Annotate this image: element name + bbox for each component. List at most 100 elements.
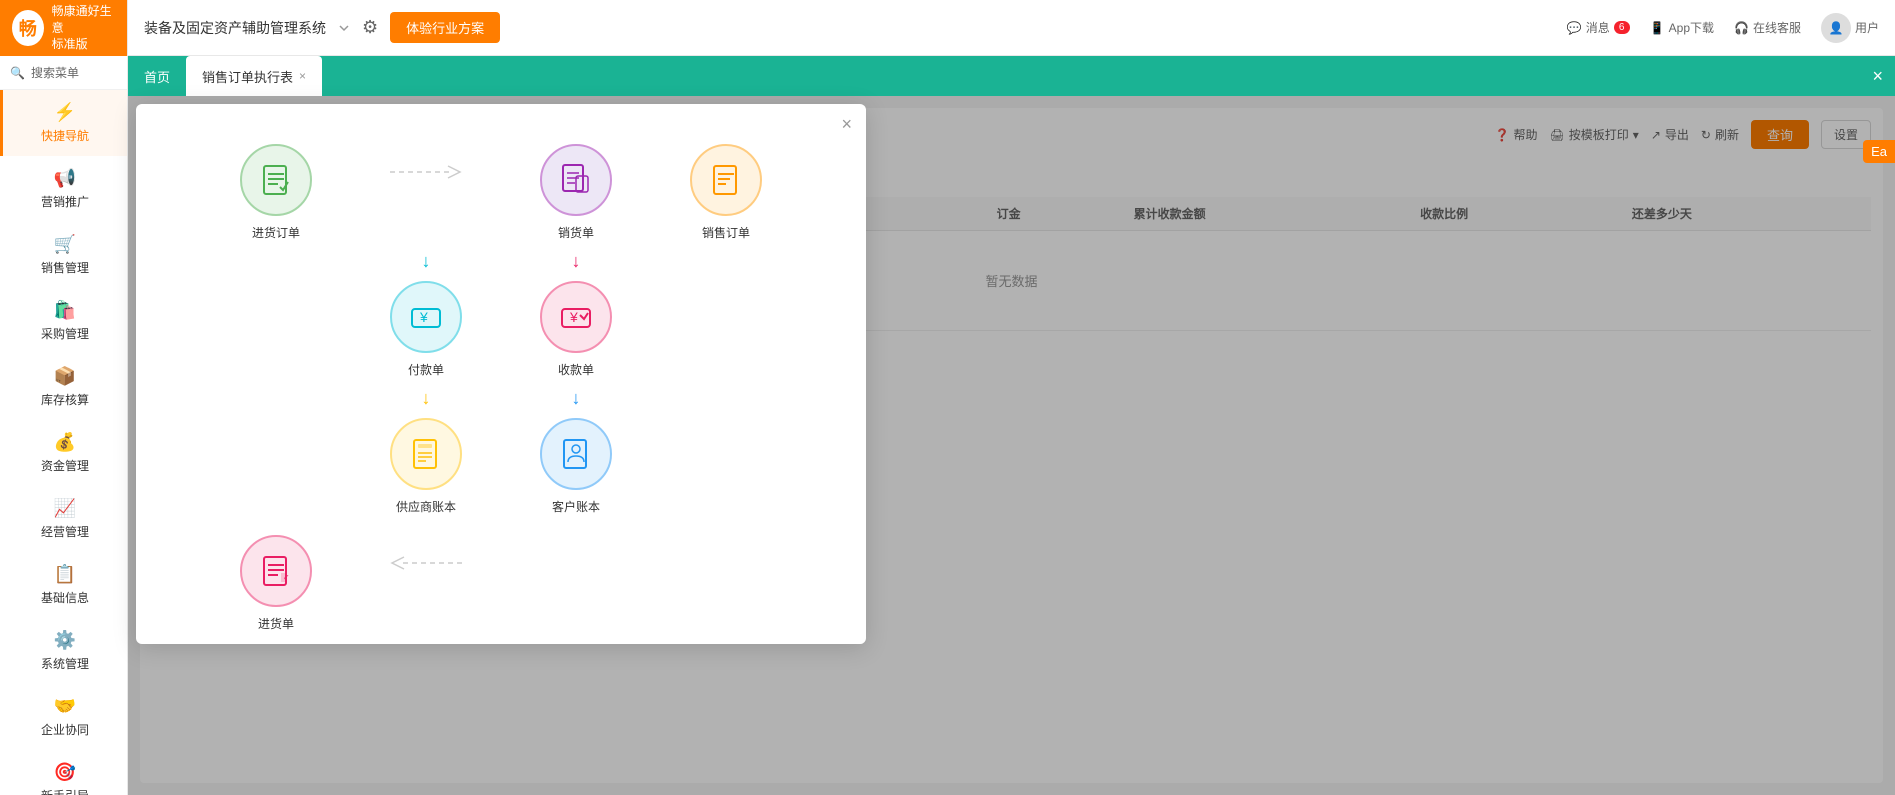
- spacer-r2c4: [651, 251, 801, 388]
- spacer-r3c4: [651, 388, 801, 525]
- sales-icon: 🛒: [54, 234, 76, 255]
- flow-node-customer-col: ↓ 客户账本: [501, 388, 651, 525]
- tab-home-label: 首页: [144, 67, 170, 86]
- dialog-close-btn[interactable]: ×: [841, 114, 852, 135]
- purchase-icon: 🛍️: [54, 300, 76, 321]
- sidebar-item-marketing[interactable]: 📢 营销推广: [0, 156, 127, 222]
- headset-icon: 🎧: [1734, 21, 1749, 35]
- svg-text:✓: ✓: [283, 573, 290, 582]
- search-icon: 🔍: [10, 66, 25, 80]
- tab-close-btn[interactable]: ×: [1872, 66, 1883, 87]
- sidebar-item-guide[interactable]: 🎯 新手引导: [0, 750, 127, 795]
- spacer-r3c1: [201, 388, 351, 525]
- customer-ledger-label: 客户账本: [552, 498, 600, 515]
- app-download-item[interactable]: 📱 App下载: [1650, 19, 1714, 36]
- sidebar-item-inventory[interactable]: 📦 库存核算: [0, 354, 127, 420]
- sale-order-icon: [708, 162, 744, 198]
- svg-text:¥: ¥: [569, 309, 578, 325]
- sidebar-item-label: 销售管理: [41, 259, 89, 276]
- experience-btn[interactable]: 体验行业方案: [390, 12, 500, 43]
- flow-node-supplier-col: ↓ 供应商账本: [351, 388, 501, 525]
- sale-bill-label: 销货单: [558, 224, 594, 241]
- tab-close-icon[interactable]: ×: [299, 69, 306, 83]
- arrow-down-payment: ↓: [422, 251, 431, 271]
- sidebar-item-label: 资金管理: [41, 457, 89, 474]
- inventory-icon: 📦: [54, 366, 76, 387]
- ea-badge[interactable]: Ea: [1863, 140, 1895, 163]
- flow-node-supplier-ledger[interactable]: 供应商账本: [380, 408, 472, 525]
- user-name: 用户: [1855, 19, 1879, 36]
- search-menu[interactable]: 🔍 搜索菜单: [0, 56, 127, 90]
- flow-node-purchase-bill[interactable]: ✓ 进货单: [201, 525, 351, 642]
- sidebar-nav: ⚡ 快捷导航 📢 营销推广 🛒 销售管理 🛍️ 采购管理 📦 库存核算 💰 资金…: [0, 90, 127, 795]
- arrow-purchase-order-to-bill: [351, 134, 501, 184]
- phone-icon: 📱: [1650, 21, 1665, 35]
- tab-home[interactable]: 首页: [128, 56, 186, 96]
- message-item[interactable]: 💬 消息 6: [1567, 19, 1630, 36]
- sidebar-item-label: 快捷导航: [41, 127, 89, 144]
- spacer-r2c1: [201, 251, 351, 388]
- sidebar-item-base-info[interactable]: 📋 基础信息: [0, 552, 127, 618]
- enterprise-icon: 🤝: [54, 696, 76, 717]
- flow-node-sale-bill[interactable]: 销货单: [501, 134, 651, 251]
- online-service-label: 在线客服: [1753, 19, 1801, 36]
- guide-icon: 🎯: [54, 762, 76, 783]
- purchase-bill-circle: ✓: [240, 535, 312, 607]
- sidebar-item-sales[interactable]: 🛒 销售管理: [0, 222, 127, 288]
- sidebar-item-system[interactable]: ⚙️ 系统管理: [0, 618, 127, 684]
- sidebar-item-label: 营销推广: [41, 193, 89, 210]
- customer-ledger-circle: [540, 418, 612, 490]
- sidebar-item-label: 库存核算: [41, 391, 89, 408]
- arrow-down-receipt: ↓: [572, 251, 581, 271]
- sale-bill-circle: [540, 144, 612, 216]
- sidebar-item-label: 采购管理: [41, 325, 89, 342]
- online-service-item[interactable]: 🎧 在线客服: [1734, 19, 1801, 36]
- user-avatar: 👤: [1821, 13, 1851, 43]
- payment-bill-label: 付款单: [408, 361, 444, 378]
- sidebar: 畅 畅康通好生意 标准版 🔍 搜索菜单 ⚡ 快捷导航 📢 营销推广 🛒 销售管理…: [0, 0, 128, 795]
- user-item[interactable]: 👤 用户: [1821, 13, 1879, 43]
- system-icon: ⚙️: [54, 630, 76, 651]
- tab-sales-exec[interactable]: 销售订单执行表 ×: [186, 56, 322, 96]
- receipt-bill-circle: ¥: [540, 281, 612, 353]
- base-info-icon: 📋: [54, 564, 76, 585]
- flow-node-purchase-order[interactable]: 进货订单: [201, 134, 351, 251]
- arrow-down-customer: ↓: [572, 388, 581, 408]
- logo-text: 畅康通好生意 标准版: [52, 3, 115, 53]
- flow-dialog: × 进货订单: [136, 104, 866, 644]
- flow-node-sale-order[interactable]: 销售订单: [651, 134, 801, 251]
- flow-chart: 进货订单 ✓: [136, 104, 866, 644]
- tab-sales-exec-label: 销售订单执行表: [202, 67, 293, 86]
- supplier-ledger-label: 供应商账本: [396, 498, 456, 515]
- flow-node-payment-bill[interactable]: ¥ 付款单: [380, 271, 472, 388]
- customer-ledger-icon: [558, 436, 594, 472]
- receipt-bill-icon: ¥: [558, 299, 594, 335]
- sidebar-item-quick-guide[interactable]: ⚡ 快捷导航: [0, 90, 127, 156]
- payment-bill-circle: ¥: [390, 281, 462, 353]
- sidebar-item-label: 新手引导: [41, 787, 89, 795]
- overlay[interactable]: × 进货订单: [128, 96, 1895, 795]
- sidebar-item-operation[interactable]: 📈 经营管理: [0, 486, 127, 552]
- arrow-down-supplier: ↓: [422, 388, 431, 408]
- sidebar-item-label: 基础信息: [41, 589, 89, 606]
- chevron-down-icon: [338, 22, 350, 34]
- arrow-sale-order-to-bill: [351, 525, 501, 642]
- sale-order-circle: [690, 144, 762, 216]
- sidebar-item-enterprise[interactable]: 🤝 企业协同: [0, 684, 127, 750]
- flow-node-receipt-bill[interactable]: ¥ 收款单: [530, 271, 622, 388]
- sidebar-item-finance[interactable]: 💰 资金管理: [0, 420, 127, 486]
- message-label: 消息: [1586, 19, 1610, 36]
- receipt-bill-label: 收款单: [558, 361, 594, 378]
- purchase-bill-icon: ✓: [258, 553, 294, 589]
- operation-icon: 📈: [54, 498, 76, 519]
- sidebar-item-purchase[interactable]: 🛍️ 采购管理: [0, 288, 127, 354]
- system-title: 装备及固定资产辅助管理系统: [144, 18, 326, 38]
- marketing-icon: 📢: [54, 168, 76, 189]
- settings-icon[interactable]: ⚙: [362, 17, 378, 38]
- tabbar: 首页 销售订单执行表 × ×: [128, 56, 1895, 96]
- flow-node-customer-ledger[interactable]: 客户账本: [530, 408, 622, 525]
- svg-text:¥: ¥: [419, 309, 428, 325]
- app-download-label: App下载: [1669, 19, 1714, 36]
- system-dropdown[interactable]: [338, 22, 350, 34]
- dashed-arrow-right-1: [386, 160, 466, 184]
